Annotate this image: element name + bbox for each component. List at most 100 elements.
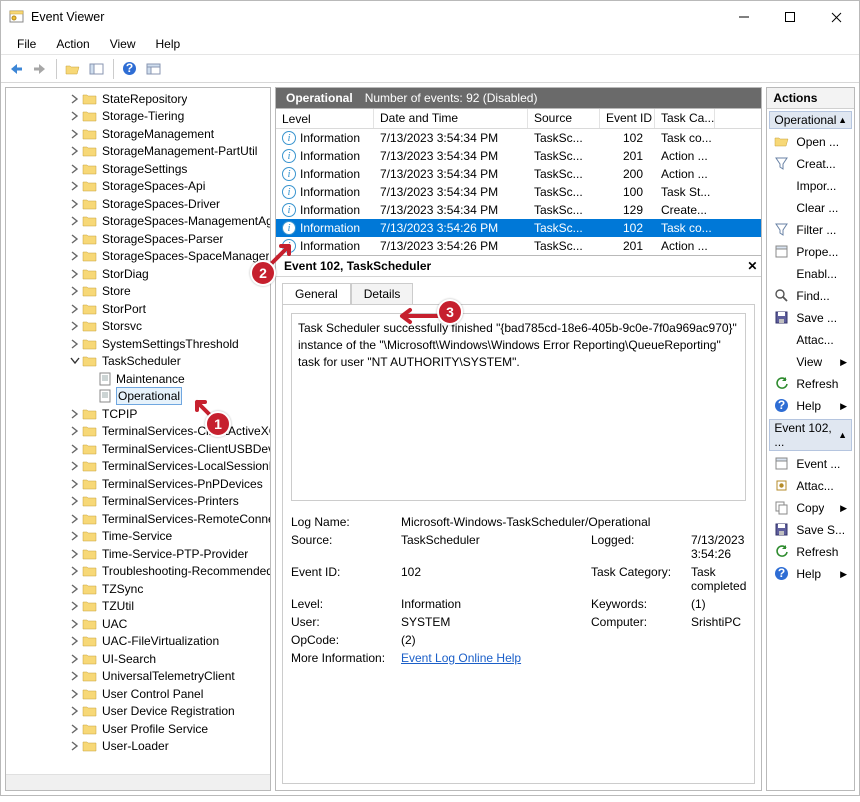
action-refresh[interactable]: Refresh <box>769 373 852 395</box>
chevron-right-icon[interactable] <box>70 530 82 542</box>
tree-item-user-device-registration[interactable]: User Device Registration <box>6 703 270 721</box>
chevron-right-icon[interactable] <box>70 513 82 525</box>
chevron-right-icon[interactable] <box>70 163 82 175</box>
action-view[interactable]: View▶ <box>769 351 852 373</box>
tree-item-staterepository[interactable]: StateRepository <box>6 90 270 108</box>
tree-item-terminalservices-printers[interactable]: TerminalServices-Printers <box>6 493 270 511</box>
tree-item-tzsync[interactable]: TZSync <box>6 580 270 598</box>
tree-item-uac[interactable]: UAC <box>6 615 270 633</box>
more-info-link[interactable]: Event Log Online Help <box>401 651 746 665</box>
tree-horizontal-scrollbar[interactable] <box>6 774 270 790</box>
chevron-right-icon[interactable] <box>70 565 82 577</box>
chevron-right-icon[interactable] <box>70 740 82 752</box>
col-event-id[interactable]: Event ID <box>600 109 655 128</box>
chevron-right-icon[interactable] <box>70 198 82 210</box>
view-button[interactable] <box>86 58 108 80</box>
action-creat[interactable]: Creat... <box>769 153 852 175</box>
close-button[interactable] <box>813 1 859 33</box>
action-enabl[interactable]: Enabl... <box>769 263 852 285</box>
chevron-right-icon[interactable] <box>70 233 82 245</box>
menu-view[interactable]: View <box>100 35 146 53</box>
col-task-category[interactable]: Task Ca... <box>655 109 715 128</box>
events-grid-header[interactable]: Level Date and Time Source Event ID Task… <box>276 109 761 129</box>
actions-group-operational[interactable]: Operational▲ <box>769 111 852 129</box>
tree-item-storsvc[interactable]: Storsvc <box>6 318 270 336</box>
event-row[interactable]: iInformation7/13/2023 3:54:26 PMTaskSc..… <box>276 237 761 255</box>
chevron-right-icon[interactable] <box>70 723 82 735</box>
menu-file[interactable]: File <box>7 35 46 53</box>
menu-action[interactable]: Action <box>46 35 99 53</box>
tree-item-operational[interactable]: Operational <box>6 388 270 406</box>
chevron-right-icon[interactable] <box>70 618 82 630</box>
tree-item-terminalservices-remoteconnectionmanager[interactable]: TerminalServices-RemoteConnectionManager <box>6 510 270 528</box>
action-help[interactable]: Help▶ <box>769 395 852 417</box>
chevron-right-icon[interactable] <box>70 145 82 157</box>
tree-item-terminalservices-localsessionmanager[interactable]: TerminalServices-LocalSessionManager <box>6 458 270 476</box>
help-button[interactable] <box>119 58 141 80</box>
show-hide-tree-button[interactable] <box>62 58 84 80</box>
action-attac[interactable]: Attac... <box>769 475 852 497</box>
tree-item-user-loader[interactable]: User-Loader <box>6 738 270 756</box>
chevron-right-icon[interactable] <box>70 443 82 455</box>
tree-item-storagemanagement-partutil[interactable]: StorageManagement-PartUtil <box>6 143 270 161</box>
tree-item-storport[interactable]: StorPort <box>6 300 270 318</box>
chevron-right-icon[interactable] <box>70 320 82 332</box>
tree-item-universaltelemetryclient[interactable]: UniversalTelemetryClient <box>6 668 270 686</box>
action-find[interactable]: Find... <box>769 285 852 307</box>
tree-item-troubleshooting-recommended[interactable]: Troubleshooting-Recommended <box>6 563 270 581</box>
action-open[interactable]: Open ... <box>769 131 852 153</box>
chevron-right-icon[interactable] <box>70 338 82 350</box>
tree-item-terminalservices-pnpdevices[interactable]: TerminalServices-PnPDevices <box>6 475 270 493</box>
action-clear[interactable]: Clear ... <box>769 197 852 219</box>
event-row[interactable]: iInformation7/13/2023 3:54:34 PMTaskSc..… <box>276 201 761 219</box>
chevron-right-icon[interactable] <box>70 478 82 490</box>
minimize-button[interactable] <box>721 1 767 33</box>
chevron-right-icon[interactable] <box>70 93 82 105</box>
tree-item-storagesettings[interactable]: StorageSettings <box>6 160 270 178</box>
action-save-s[interactable]: Save S... <box>769 519 852 541</box>
tree-item-storagespaces-parser[interactable]: StorageSpaces-Parser <box>6 230 270 248</box>
action-attac[interactable]: Attac... <box>769 329 852 351</box>
col-datetime[interactable]: Date and Time <box>374 109 528 128</box>
tree-item-storagespaces-driver[interactable]: StorageSpaces-Driver <box>6 195 270 213</box>
tree-item-storage-tiering[interactable]: Storage-Tiering <box>6 108 270 126</box>
chevron-right-icon[interactable] <box>70 653 82 665</box>
chevron-right-icon[interactable] <box>70 285 82 297</box>
event-row[interactable]: iInformation7/13/2023 3:54:34 PMTaskSc..… <box>276 165 761 183</box>
chevron-right-icon[interactable] <box>70 110 82 122</box>
chevron-right-icon[interactable] <box>70 180 82 192</box>
forward-button[interactable] <box>29 58 51 80</box>
tree-item-storagespaces-managementagent[interactable]: StorageSpaces-ManagementAgent <box>6 213 270 231</box>
event-row[interactable]: iInformation7/13/2023 3:54:34 PMTaskSc..… <box>276 183 761 201</box>
chevron-right-icon[interactable] <box>70 495 82 507</box>
tree-item-terminalservices-clientusbdevices[interactable]: TerminalServices-ClientUSBDevices <box>6 440 270 458</box>
chevron-right-icon[interactable] <box>70 215 82 227</box>
tree-item-maintenance[interactable]: Maintenance <box>6 370 270 388</box>
tree-item-storagemanagement[interactable]: StorageManagement <box>6 125 270 143</box>
chevron-down-icon[interactable] <box>70 355 82 367</box>
tree-item-uac-filevirtualization[interactable]: UAC-FileVirtualization <box>6 633 270 651</box>
chevron-right-icon[interactable] <box>70 268 82 280</box>
tree-item-storagespaces-api[interactable]: StorageSpaces-Api <box>6 178 270 196</box>
layout-button[interactable] <box>143 58 165 80</box>
tree-item-stordiag[interactable]: StorDiag <box>6 265 270 283</box>
chevron-right-icon[interactable] <box>70 670 82 682</box>
tree-item-store[interactable]: Store <box>6 283 270 301</box>
chevron-right-icon[interactable] <box>70 250 82 262</box>
chevron-right-icon[interactable] <box>70 460 82 472</box>
tree-item-time-service[interactable]: Time-Service <box>6 528 270 546</box>
tree-item-user-profile-service[interactable]: User Profile Service <box>6 720 270 738</box>
tab-details[interactable]: Details <box>351 283 414 304</box>
chevron-right-icon[interactable] <box>70 583 82 595</box>
action-prope[interactable]: Prope... <box>769 241 852 263</box>
chevron-right-icon[interactable] <box>70 600 82 612</box>
chevron-right-icon[interactable] <box>70 408 82 420</box>
action-event[interactable]: Event ... <box>769 453 852 475</box>
tree-item-taskscheduler[interactable]: TaskScheduler <box>6 353 270 371</box>
chevron-right-icon[interactable] <box>70 128 82 140</box>
tree-item-tzutil[interactable]: TZUtil <box>6 598 270 616</box>
tree-item-user-control-panel[interactable]: User Control Panel <box>6 685 270 703</box>
action-save[interactable]: Save ... <box>769 307 852 329</box>
tree-item-ui-search[interactable]: UI-Search <box>6 650 270 668</box>
action-help[interactable]: Help▶ <box>769 563 852 585</box>
